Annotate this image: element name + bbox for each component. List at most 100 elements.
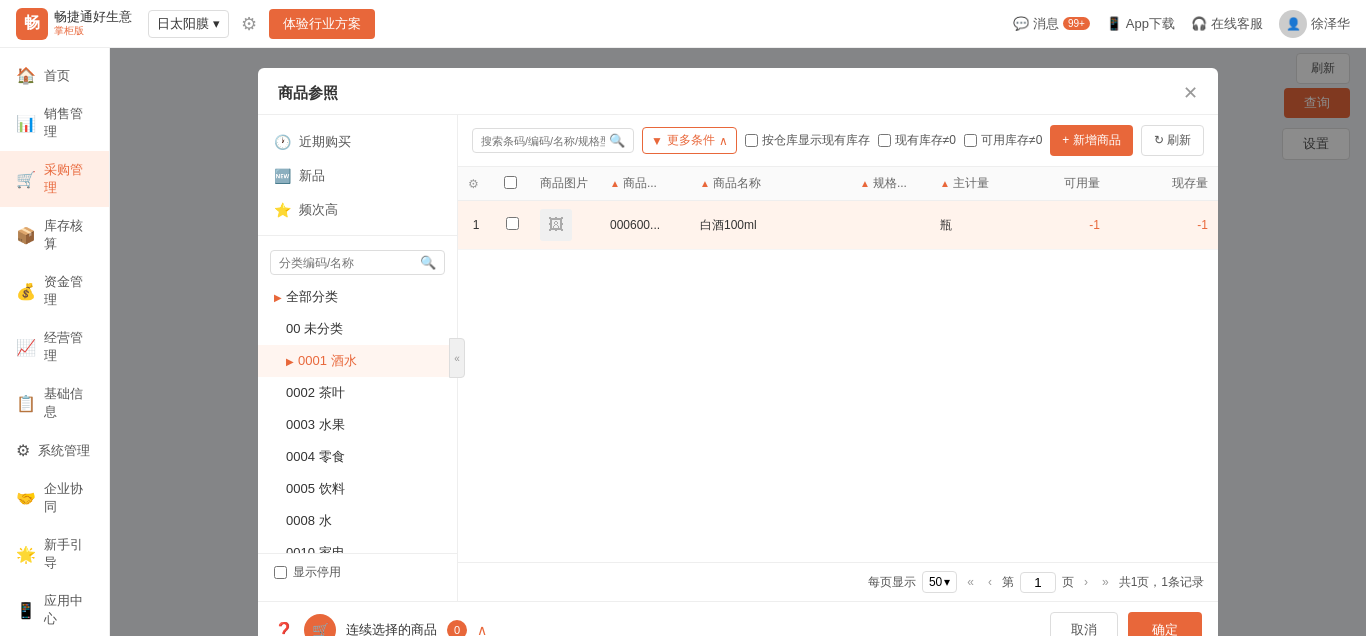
th-name[interactable]: ▲ 商品名称 (690, 167, 850, 201)
search-btn-icon[interactable]: 🔍 (609, 133, 625, 148)
row-select-checkbox[interactable] (506, 217, 519, 230)
check-by-warehouse[interactable] (745, 134, 758, 147)
th-spec[interactable]: ▲ 规格... (850, 167, 930, 201)
help-icon[interactable]: ❓ (274, 621, 294, 637)
row-checkbox[interactable] (494, 201, 530, 250)
page-next-btn[interactable]: › (1080, 573, 1092, 591)
sidebar-item-home[interactable]: 🏠 首页 (0, 56, 109, 95)
th-unit[interactable]: ▲ 主计量 (930, 167, 1010, 201)
category-all[interactable]: ▶ 全部分类 (258, 281, 457, 313)
row-stock: -1 (1110, 201, 1218, 250)
category-label-0004: 0004 零食 (286, 449, 345, 464)
sidebar-label-inventory: 库存核算 (44, 217, 93, 253)
sidebar-label-finance: 资金管理 (44, 273, 93, 309)
check-usable-label[interactable]: 可用库存≠0 (964, 132, 1042, 149)
row-name: 白酒100ml (690, 201, 850, 250)
refresh-btn[interactable]: ↻ 刷新 (1141, 125, 1204, 156)
th-code[interactable]: ▲ 商品... (600, 167, 690, 201)
settings-icon[interactable]: ⚙ (468, 177, 479, 191)
category-search-input[interactable] (279, 256, 420, 270)
guide-icon: 🌟 (16, 545, 36, 564)
layout: 🏠 首页 📊 销售管理 🛒 采购管理 📦 库存核算 💰 资金管理 📈 经营管理 … (0, 48, 1366, 636)
finance-icon: 💰 (16, 282, 36, 301)
sidebar-label-purchase: 采购管理 (44, 161, 93, 197)
sort-unit-icon: ▲ (940, 178, 950, 189)
search-icon[interactable]: 🔍 (420, 255, 436, 270)
add-product-btn[interactable]: + 新增商品 (1050, 125, 1132, 156)
category-search-box: 🔍 (270, 250, 445, 275)
user-item[interactable]: 👤 徐泽华 (1279, 10, 1350, 38)
category-item-0001[interactable]: ▶ 0001 酒水 (258, 345, 457, 377)
row-unit: 瓶 (930, 201, 1010, 250)
check-by-warehouse-label[interactable]: 按仓库显示现有库存 (745, 132, 870, 149)
page-number-input[interactable] (1020, 572, 1056, 593)
th-name-label: 商品名称 (713, 175, 761, 192)
inventory-icon: 📦 (16, 226, 36, 245)
page-last-btn[interactable]: » (1098, 573, 1113, 591)
online-service-item[interactable]: 🎧 在线客服 (1191, 15, 1263, 33)
th-settings[interactable]: ⚙ (458, 167, 494, 201)
product-search-input[interactable] (481, 135, 605, 147)
experience-btn[interactable]: 体验行业方案 (269, 9, 375, 39)
category-item-0008[interactable]: 0008 水 (258, 505, 457, 537)
per-page-dropdown-icon: ▾ (944, 575, 950, 589)
filter-icon: ▼ (651, 134, 663, 148)
tab-frequent[interactable]: ⭐ 频次高 (258, 193, 457, 227)
message-item[interactable]: 💬 消息 99+ (1013, 15, 1090, 33)
sidebar-item-operations[interactable]: 📈 经营管理 (0, 319, 109, 375)
check-usable-nonzero[interactable] (964, 134, 977, 147)
category-item-0003[interactable]: 0003 水果 (258, 409, 457, 441)
modal-title: 商品参照 (278, 84, 338, 103)
store-selector[interactable]: 日太阳膜 ▾ (148, 10, 229, 38)
tab-new-products[interactable]: 🆕 新品 (258, 159, 457, 193)
check-available-nonzero[interactable] (878, 134, 891, 147)
per-page-select[interactable]: 50 ▾ (922, 571, 957, 593)
sort-up-name-icon: ▲ (700, 178, 710, 189)
page-unit: 页 (1062, 574, 1074, 591)
logo-icon: 畅 (16, 8, 48, 40)
category-item-0005[interactable]: 0005 饮料 (258, 473, 457, 505)
select-all-checkbox[interactable] (504, 176, 517, 189)
sidebar-item-guide[interactable]: 🌟 新手引导 (0, 526, 109, 582)
page-first-btn[interactable]: « (963, 573, 978, 591)
category-item-00[interactable]: 00 未分类 (258, 313, 457, 345)
sidebar-label-basic: 基础信息 (44, 385, 93, 421)
collapse-up-icon[interactable]: ∧ (477, 622, 487, 636)
cancel-btn[interactable]: 取消 (1050, 612, 1118, 636)
sidebar-item-sales[interactable]: 📊 销售管理 (0, 95, 109, 151)
apps-icon: 📱 (16, 601, 36, 620)
enterprise-icon: 🤝 (16, 489, 36, 508)
sidebar-item-finance[interactable]: 💰 资金管理 (0, 263, 109, 319)
app-download-item[interactable]: 📱 App下载 (1106, 15, 1175, 33)
table-row[interactable]: 1 🖼 (458, 201, 1218, 250)
footer-left: ❓ 🛒 连续选择的商品 0 ∧ (274, 614, 487, 636)
th-spec-label: 规格... (873, 175, 907, 192)
category-list: ▶ 全部分类 00 未分类 ▶ 0001 酒水 0002 茶叶 (258, 281, 457, 553)
sidebar-item-apps[interactable]: 📱 应用中心 (0, 582, 109, 636)
gear-icon[interactable]: ⚙ (241, 13, 257, 35)
confirm-btn[interactable]: 确定 (1128, 612, 1202, 636)
th-stock-label: 现存量 (1172, 176, 1208, 190)
chevron-left-icon: « (454, 353, 460, 364)
headset-icon: 🎧 (1191, 16, 1207, 31)
category-item-0004[interactable]: 0004 零食 (258, 441, 457, 473)
tab-recent-purchase[interactable]: 🕐 近期购买 (258, 125, 457, 159)
selected-count-badge: 0 (447, 620, 467, 636)
page-prev-btn[interactable]: ‹ (984, 573, 996, 591)
sidebar-item-basic-info[interactable]: 📋 基础信息 (0, 375, 109, 431)
category-item-0010[interactable]: 0010 家电 (258, 537, 457, 553)
sidebar-item-inventory[interactable]: 📦 库存核算 (0, 207, 109, 263)
collapse-panel-btn[interactable]: « (449, 338, 465, 378)
th-checkbox[interactable] (494, 167, 530, 201)
cart-icon[interactable]: 🛒 (304, 614, 336, 636)
check-available-label[interactable]: 现有库存≠0 (878, 132, 956, 149)
sidebar-item-purchase[interactable]: 🛒 采购管理 (0, 151, 109, 207)
category-item-0002[interactable]: 0002 茶叶 (258, 377, 457, 409)
close-icon[interactable]: ✕ (1183, 82, 1198, 104)
sidebar-item-system[interactable]: ⚙ 系统管理 (0, 431, 109, 470)
logo-area: 畅 畅捷通好生意 掌柜版 (16, 8, 136, 40)
filter-btn[interactable]: ▼ 更多条件 ∧ (642, 127, 737, 154)
th-image: 商品图片 (530, 167, 600, 201)
show-disabled-checkbox[interactable] (274, 566, 287, 579)
sidebar-item-enterprise[interactable]: 🤝 企业协同 (0, 470, 109, 526)
